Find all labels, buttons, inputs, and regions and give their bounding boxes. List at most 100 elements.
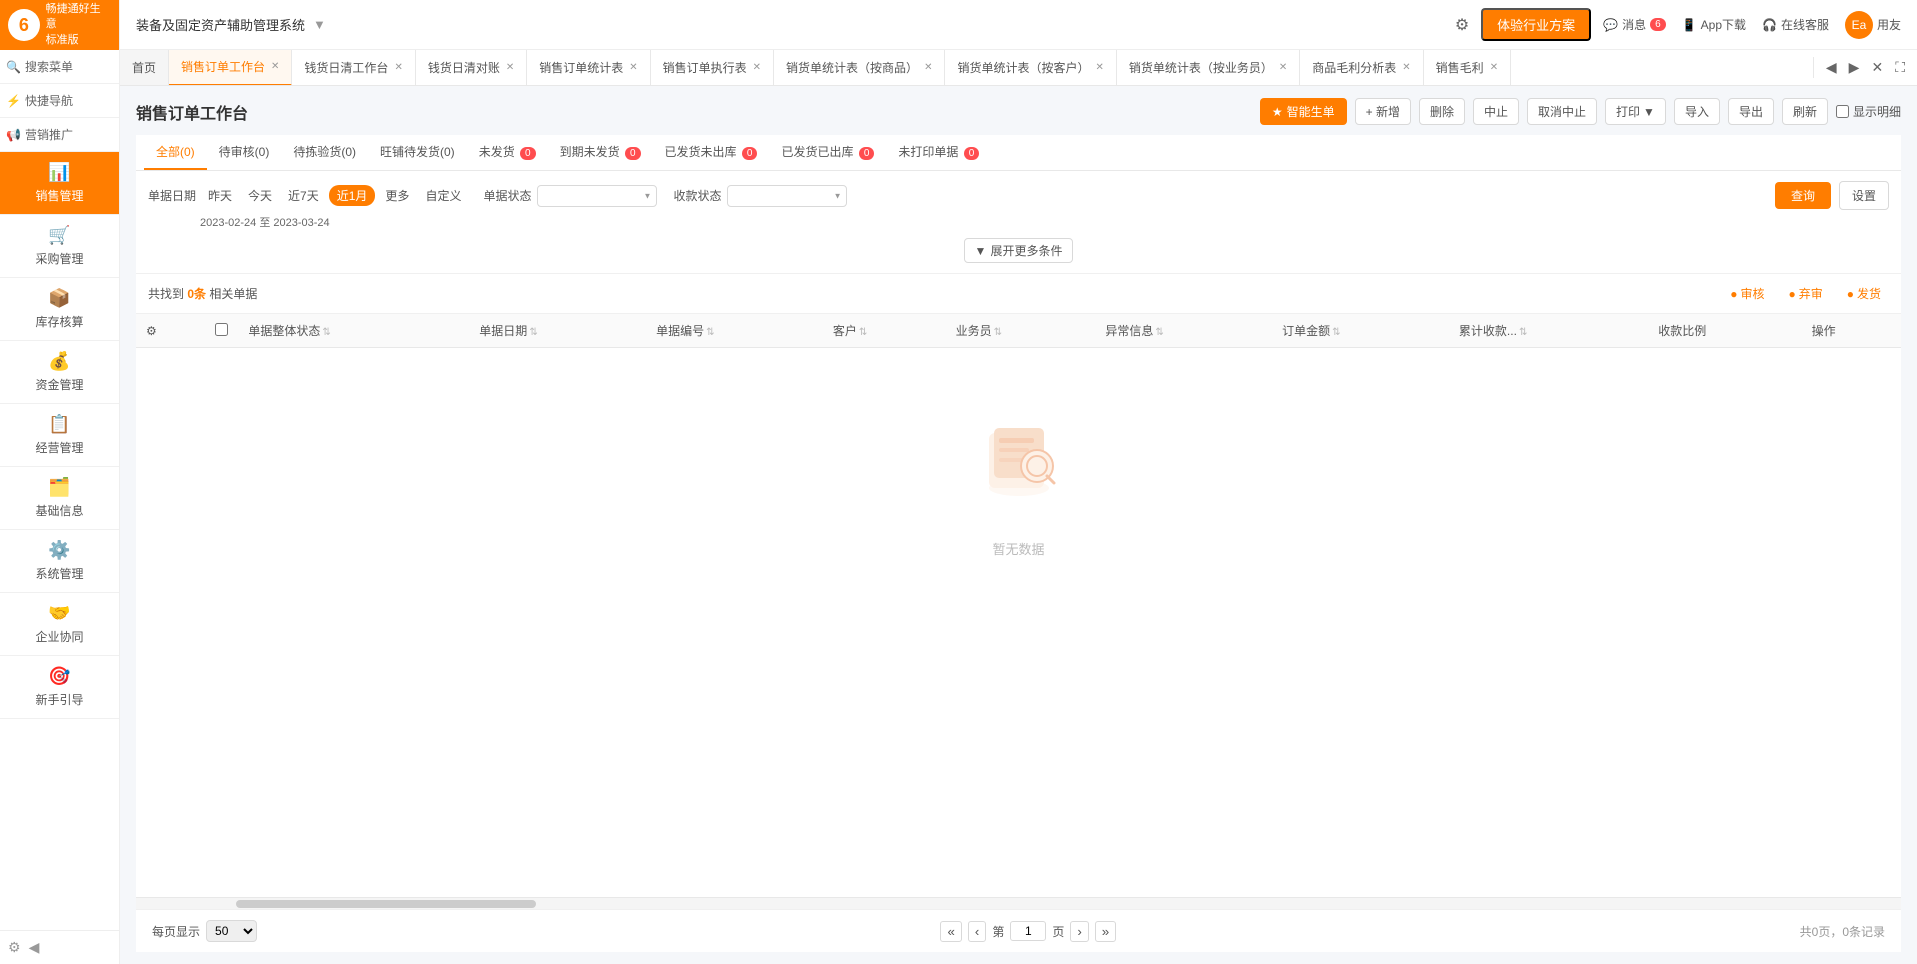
query-button[interactable]: 查询: [1775, 182, 1831, 209]
import-button[interactable]: 导入: [1674, 98, 1720, 125]
subtab-overdue-not-shipped[interactable]: 到期未发货 0: [548, 135, 653, 170]
tab-close-sales-stats[interactable]: ✕: [629, 62, 637, 73]
sidebar-item-quick[interactable]: ⚡ 快捷导航: [0, 84, 119, 118]
subtab-not-shipped[interactable]: 未发货 0: [467, 135, 548, 170]
topbar-settings-icon[interactable]: ⚙: [1455, 15, 1469, 35]
sidebar-item-guide[interactable]: 🎯 新手引导: [0, 656, 119, 719]
tab-close-cashier-daily[interactable]: ✕: [394, 62, 402, 73]
inventory-icon: 📦: [48, 288, 70, 309]
expand-filter-button[interactable]: ▼ 展开更多条件: [964, 238, 1074, 263]
print-button[interactable]: 打印 ▼: [1605, 98, 1666, 125]
th-settings[interactable]: ⚙: [136, 314, 205, 348]
tabs-close-all-btn[interactable]: ✕: [1867, 57, 1887, 78]
message-item[interactable]: 💬 消息 6: [1603, 16, 1666, 33]
revoke-button[interactable]: ● 弃审: [1780, 282, 1830, 305]
basic-icon: 🗂️: [48, 477, 70, 498]
tab-close-cash-ledger[interactable]: ✕: [506, 62, 514, 73]
sidebar-item-system[interactable]: ⚙️ 系统管理: [0, 530, 119, 593]
subtab-shipped-not-warehoused[interactable]: 已发货未出库 0: [653, 135, 770, 170]
sidebar-item-basic[interactable]: 🗂️ 基础信息: [0, 467, 119, 530]
tab-sales-profit[interactable]: 销售毛利 ✕: [1424, 50, 1511, 86]
show-detail-input[interactable]: [1836, 105, 1849, 118]
page-number-input[interactable]: [1010, 921, 1046, 941]
subtab-not-printed[interactable]: 未打印单据 0: [886, 135, 991, 170]
sidebar-item-marketing[interactable]: 📢 营销推广: [0, 118, 119, 152]
tab-sales-stats-employee[interactable]: 销货单统计表（按业务员） ✕: [1117, 50, 1300, 86]
tab-sales-exec[interactable]: 销售订单执行表 ✕: [651, 50, 774, 86]
tab-close-sales-stats-customer[interactable]: ✕: [1095, 62, 1103, 73]
date-opt-more[interactable]: 更多: [379, 185, 415, 206]
filter-payment-select[interactable]: [727, 185, 847, 207]
sort-date-icon[interactable]: ⇅: [529, 327, 537, 338]
table-actions: ● 审核 ● 弃审 ● 发货: [1722, 282, 1889, 305]
tabs-next-btn[interactable]: ▶: [1845, 57, 1864, 78]
user-item[interactable]: Ea 用友: [1845, 11, 1901, 39]
date-opt-yesterday[interactable]: 昨天: [202, 185, 238, 206]
filter-status-select[interactable]: [537, 185, 657, 207]
sort-abnormal-icon[interactable]: ⇅: [1155, 327, 1163, 338]
tab-close-product-margin[interactable]: ✕: [1402, 62, 1410, 73]
subtab-shipped-warehoused[interactable]: 已发货已出库 0: [769, 135, 886, 170]
subtab-pending-review[interactable]: 待审核(0): [207, 135, 282, 170]
sort-amount-icon[interactable]: ⇅: [1332, 327, 1340, 338]
sidebar-item-coop[interactable]: 🤝 企业协同: [0, 593, 119, 656]
sidebar-item-sales[interactable]: 📊 销售管理: [0, 152, 119, 215]
approve-button[interactable]: ● 审核: [1722, 282, 1772, 305]
sidebar-item-finance[interactable]: 💰 资金管理: [0, 341, 119, 404]
refresh-button[interactable]: 刷新: [1782, 98, 1828, 125]
tabs-prev-btn[interactable]: ◀: [1822, 57, 1841, 78]
date-opt-1month[interactable]: 近1月: [329, 185, 376, 206]
tab-close-sales-stats-employee[interactable]: ✕: [1279, 62, 1287, 73]
scroll-area[interactable]: [136, 897, 1901, 909]
stop-button[interactable]: 中止: [1473, 98, 1519, 125]
export-button[interactable]: 导出: [1728, 98, 1774, 125]
tab-cashier-daily[interactable]: 钱货日清工作台 ✕: [292, 50, 415, 86]
filter-settings-button[interactable]: 设置: [1839, 181, 1889, 210]
page-size-select[interactable]: 50 10 20 100: [206, 920, 257, 942]
select-all-checkbox[interactable]: [215, 323, 228, 336]
tab-product-margin[interactable]: 商品毛利分析表 ✕: [1300, 50, 1423, 86]
next-page-btn[interactable]: ›: [1070, 921, 1088, 942]
subtab-wangpu-ship[interactable]: 旺铺待发货(0): [368, 135, 467, 170]
tab-sales-stats-product[interactable]: 销货单统计表（按商品） ✕: [774, 50, 945, 86]
delete-button[interactable]: 删除: [1419, 98, 1465, 125]
sort-employee-icon[interactable]: ⇅: [994, 327, 1002, 338]
date-opt-today[interactable]: 今天: [242, 185, 278, 206]
cancel-stop-button[interactable]: 取消中止: [1527, 98, 1597, 125]
tab-close-sales-exec[interactable]: ✕: [753, 62, 761, 73]
tabs-fullscreen-btn[interactable]: ⛶: [1891, 57, 1909, 78]
tab-home[interactable]: 首页: [120, 50, 169, 86]
tab-sales-workbench[interactable]: 销售订单工作台 ✕: [169, 50, 292, 86]
first-page-btn[interactable]: «: [940, 921, 961, 942]
sidebar-collapse-btn[interactable]: ◀: [29, 939, 40, 956]
subtab-all[interactable]: 全部(0): [144, 135, 207, 170]
ship-button[interactable]: ● 发货: [1839, 282, 1889, 305]
tab-sales-stats-customer[interactable]: 销货单统计表（按客户） ✕: [945, 50, 1116, 86]
smart-create-button[interactable]: ★ 智能生单: [1260, 98, 1347, 125]
add-button[interactable]: + 新增: [1355, 98, 1411, 125]
sidebar-item-search[interactable]: 🔍 搜索菜单: [0, 50, 119, 84]
show-detail-checkbox[interactable]: 显示明细: [1836, 103, 1901, 120]
tab-cash-ledger[interactable]: 钱货日清对账 ✕: [416, 50, 527, 86]
sidebar-item-operation[interactable]: 📋 经营管理: [0, 404, 119, 467]
subtab-pending-inspect[interactable]: 待拣验货(0): [281, 135, 368, 170]
sort-number-icon[interactable]: ⇅: [706, 327, 714, 338]
sidebar-item-inventory[interactable]: 📦 库存核算: [0, 278, 119, 341]
tab-close-sales-profit[interactable]: ✕: [1490, 62, 1498, 73]
tab-sales-stats[interactable]: 销售订单统计表 ✕: [527, 50, 650, 86]
tab-close-sales-workbench[interactable]: ✕: [271, 61, 279, 72]
sort-status-icon[interactable]: ⇅: [322, 327, 330, 338]
tab-close-sales-stats-product[interactable]: ✕: [924, 62, 932, 73]
sort-collected-icon[interactable]: ⇅: [1519, 327, 1527, 338]
online-service-item[interactable]: 🎧 在线客服: [1762, 16, 1829, 33]
sort-customer-icon[interactable]: ⇅: [859, 327, 867, 338]
last-page-btn[interactable]: »: [1095, 921, 1116, 942]
solution-button[interactable]: 体验行业方案: [1481, 8, 1591, 41]
app-download-item[interactable]: 📱 App下载: [1682, 16, 1746, 33]
sidebar-item-purchase[interactable]: 🛒 采购管理: [0, 215, 119, 278]
sidebar-settings-btn[interactable]: ⚙: [8, 939, 21, 956]
sidebar-marketing-label: 营销推广: [25, 126, 73, 143]
date-opt-custom[interactable]: 自定义: [419, 185, 467, 206]
date-opt-7days[interactable]: 近7天: [282, 185, 325, 206]
prev-page-btn[interactable]: ‹: [968, 921, 986, 942]
